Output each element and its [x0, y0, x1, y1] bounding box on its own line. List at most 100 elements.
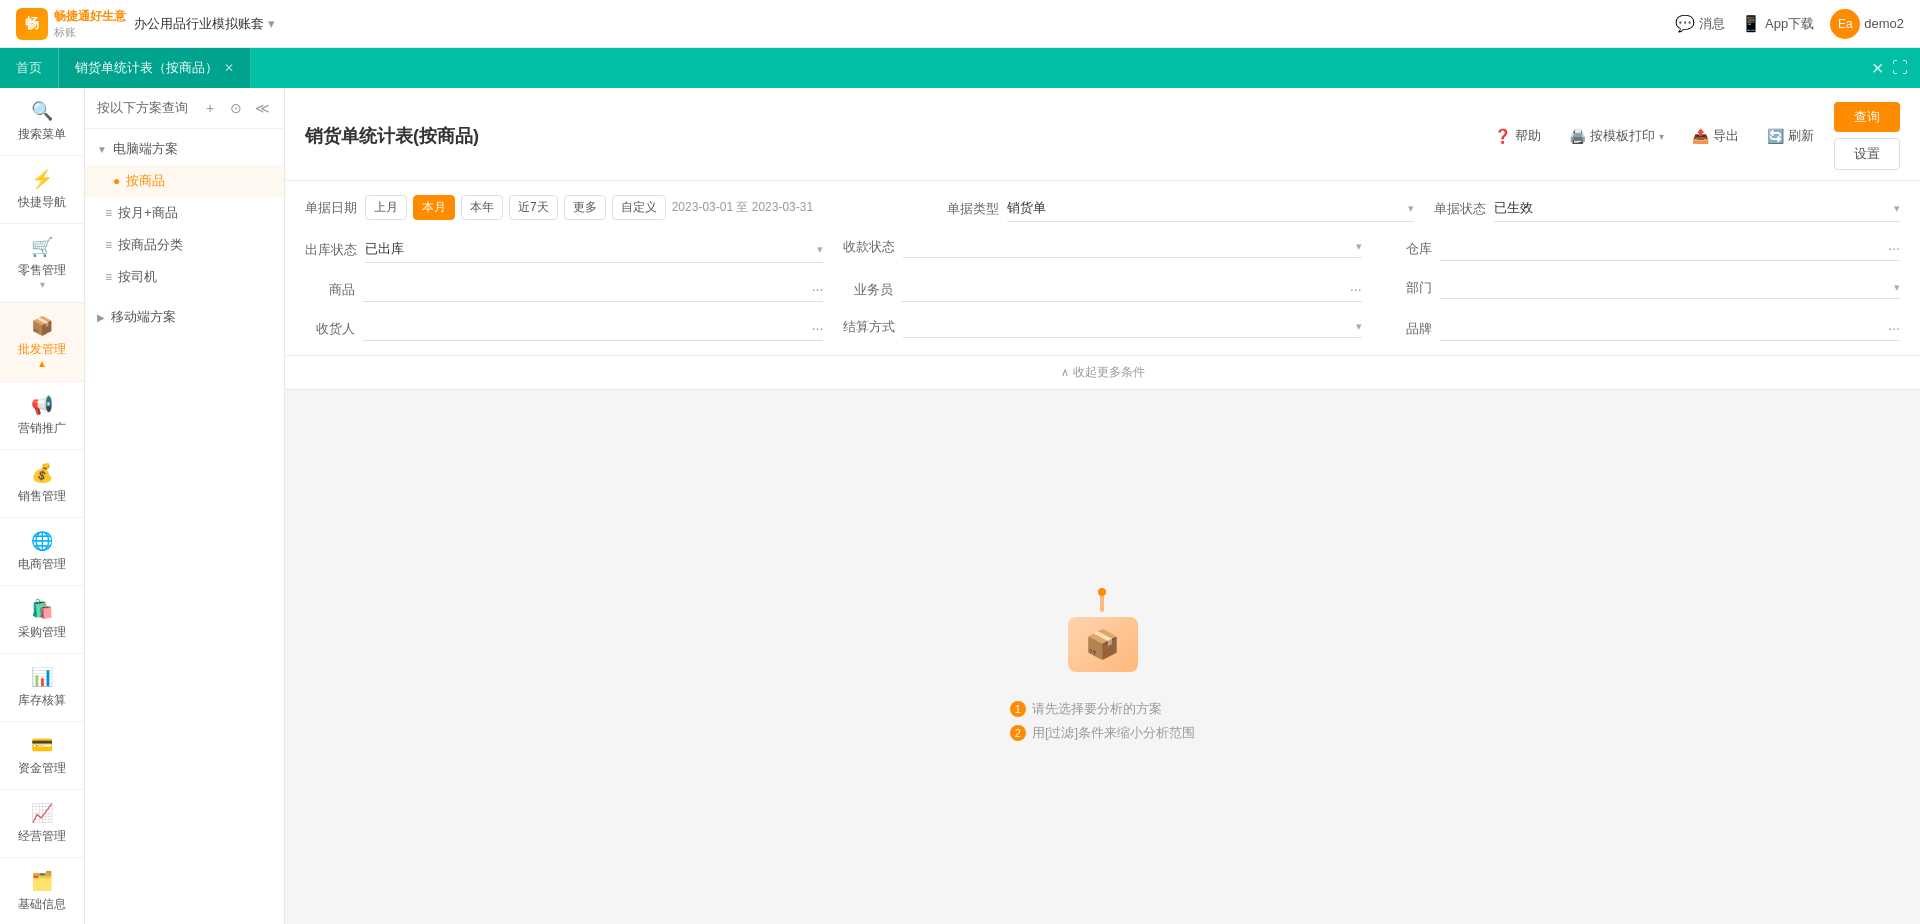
month-product-label: 按月+商品	[118, 204, 178, 222]
tree-item-by-category[interactable]: ≡ 按商品分类	[85, 229, 284, 261]
avatar: Ea	[1830, 9, 1860, 39]
sidebar-item-search[interactable]: 🔍 搜索菜单	[0, 88, 84, 156]
settings-button[interactable]: 设置	[1834, 138, 1900, 170]
filter-row-2: 出库状态 已出库 ▾ 收款状态 ▾ 仓库	[305, 236, 1900, 263]
payment-label: 结算方式	[843, 318, 895, 336]
tab-report[interactable]: 销货单统计表（按商品） ✕	[59, 48, 251, 88]
receipt-status-arrow: ▾	[1356, 240, 1362, 253]
sidebar-base-label: 基础信息	[18, 896, 66, 913]
department-control[interactable]: ▾	[1440, 277, 1900, 299]
sidebar-item-retail[interactable]: 🛒 零售管理 ▾	[0, 224, 84, 303]
help-label: 帮助	[1515, 127, 1541, 145]
header-right: 💬 消息 📱 App下载 Ea demo2	[1675, 9, 1904, 39]
doc-type-control[interactable]: 销货单 ▾	[1007, 195, 1414, 222]
export-label: 导出	[1713, 127, 1739, 145]
date-btn-last-month[interactable]: 上月	[365, 195, 407, 220]
tab-home[interactable]: 首页	[0, 48, 59, 88]
out-status-label: 出库状态	[305, 241, 357, 259]
print-button[interactable]: 🖨️ 按模板打印 ▾	[1561, 123, 1672, 149]
salesperson-dots[interactable]: ···	[1350, 281, 1362, 297]
help-icon: ❓	[1494, 128, 1511, 144]
month-product-icon: ≡	[105, 206, 112, 220]
receiver-control[interactable]: ···	[363, 316, 823, 341]
sidebar-item-stock[interactable]: 📊 库存核算	[0, 654, 84, 722]
collapse-panel-button[interactable]: ≪	[252, 98, 272, 118]
warehouse-control[interactable]: ···	[1440, 236, 1900, 261]
wholesale-arrow: ▲	[37, 358, 47, 369]
tab-report-label: 销货单统计表（按商品）	[75, 59, 218, 77]
export-button[interactable]: 📤 导出	[1684, 123, 1747, 149]
query-button[interactable]: 查询	[1834, 102, 1900, 132]
help-button[interactable]: ❓ 帮助	[1486, 123, 1549, 149]
receipt-status-control[interactable]: ▾	[903, 236, 1361, 258]
salesperson-control[interactable]: ···	[901, 277, 1361, 302]
desktop-group-label: 电脑端方案	[113, 140, 178, 158]
tree-item-by-cashier[interactable]: ≡ 按司机	[85, 261, 284, 293]
category-icon: ≡	[105, 238, 112, 252]
base-icon: 🗂️	[31, 870, 53, 892]
app-download-button[interactable]: 📱 App下载	[1741, 14, 1814, 33]
collapse-bar[interactable]: ∧ 收起更多条件	[285, 356, 1920, 390]
breadcrumb: 办公用品行业模拟账套 ▾	[134, 15, 275, 33]
breadcrumb-arrow[interactable]: ▾	[268, 16, 275, 31]
out-status-value: 已出库	[365, 240, 813, 258]
step-2-num: 2	[1010, 725, 1026, 741]
department-arrow: ▾	[1894, 281, 1900, 294]
doc-status-arrow: ▾	[1894, 202, 1900, 215]
retail-arrow: ▾	[40, 279, 45, 290]
sidebar-marketing-label: 营销推广	[18, 420, 66, 437]
empty-step-1: 1 请先选择要分析的方案	[1010, 700, 1195, 718]
sidebar-item-marketing[interactable]: 📢 营销推广	[0, 382, 84, 450]
filter-doc-status: 单据状态 已生效 ▾	[1434, 195, 1901, 222]
sidebar-item-sales[interactable]: 💰 销售管理	[0, 450, 84, 518]
message-button[interactable]: 💬 消息	[1675, 14, 1725, 33]
date-btn-7days[interactable]: 近7天	[509, 195, 558, 220]
sidebar-item-finance[interactable]: 💳 资金管理	[0, 722, 84, 790]
product-dots[interactable]: ···	[812, 281, 824, 297]
sidebar-item-ops[interactable]: 📈 经营管理	[0, 790, 84, 858]
by-product-label: 按商品	[126, 172, 165, 190]
warehouse-dots[interactable]: ···	[1888, 240, 1900, 256]
date-btn-custom[interactable]: 自定义	[612, 195, 666, 220]
user-name: demo2	[1864, 16, 1904, 31]
breadcrumb-text: 办公用品行业模拟账套	[134, 15, 264, 33]
user-menu[interactable]: Ea demo2	[1830, 9, 1904, 39]
tab-maximize-icon[interactable]: ⛶	[1892, 59, 1908, 77]
product-control[interactable]: ···	[363, 277, 823, 302]
refresh-label: 刷新	[1788, 127, 1814, 145]
filter-row-1: 单据日期 上月 本月 本年 近7天 更多 自定义 2023-03-01 至 20…	[305, 195, 1900, 222]
brand-control[interactable]: ···	[1440, 316, 1900, 341]
payment-arrow: ▾	[1356, 320, 1362, 333]
sidebar-item-ecom[interactable]: 🌐 电商管理	[0, 518, 84, 586]
date-btn-this-year[interactable]: 本年	[461, 195, 503, 220]
left-panel: 按以下方案查询 + ⊙ ≪ ▼ 电脑端方案 ● 按商品	[85, 88, 285, 924]
sidebar-item-purchase[interactable]: 🛍️ 采购管理	[0, 586, 84, 654]
settings-scheme-button[interactable]: ⊙	[226, 98, 246, 118]
filter-row-4: 收货人 ··· 结算方式 ▾ 品牌	[305, 316, 1900, 341]
doc-status-control[interactable]: 已生效 ▾	[1494, 195, 1901, 222]
receiver-dots[interactable]: ···	[812, 320, 824, 336]
tab-minimize-icon[interactable]: ✕	[1871, 59, 1884, 78]
doc-type-arrow: ▾	[1408, 202, 1414, 215]
filter-row-3: 商品 ··· 业务员 ··· 部门	[305, 277, 1900, 302]
tree-group-desktop-header[interactable]: ▼ 电脑端方案	[85, 133, 284, 165]
payment-control[interactable]: ▾	[903, 316, 1361, 338]
brand-dots[interactable]: ···	[1888, 320, 1900, 336]
sidebar-item-wholesale[interactable]: 📦 批发管理 ▲	[0, 303, 84, 382]
empty-illustration: 📦	[1043, 572, 1163, 692]
tab-close-icon[interactable]: ✕	[224, 61, 234, 75]
antenna	[1100, 592, 1104, 612]
empty-step-2: 2 用[过滤]条件来缩小分析范围	[1010, 724, 1195, 742]
tree-item-by-month-product[interactable]: ≡ 按月+商品	[85, 197, 284, 229]
filter-brand: 品牌 ···	[1382, 316, 1900, 341]
out-status-control[interactable]: 已出库 ▾	[365, 236, 823, 263]
tree-group-mobile-header[interactable]: ▶ 移动端方案	[85, 301, 284, 333]
tree-item-by-product[interactable]: ● 按商品	[85, 165, 284, 197]
date-btn-more[interactable]: 更多	[564, 195, 606, 220]
date-btn-this-month[interactable]: 本月	[413, 195, 455, 220]
download-icon: 📱	[1741, 14, 1761, 33]
sidebar-item-quicknav[interactable]: ⚡ 快捷导航	[0, 156, 84, 224]
sidebar-item-base[interactable]: 🗂️ 基础信息	[0, 858, 84, 924]
add-scheme-button[interactable]: +	[200, 98, 220, 118]
refresh-button[interactable]: 🔄 刷新	[1759, 123, 1822, 149]
